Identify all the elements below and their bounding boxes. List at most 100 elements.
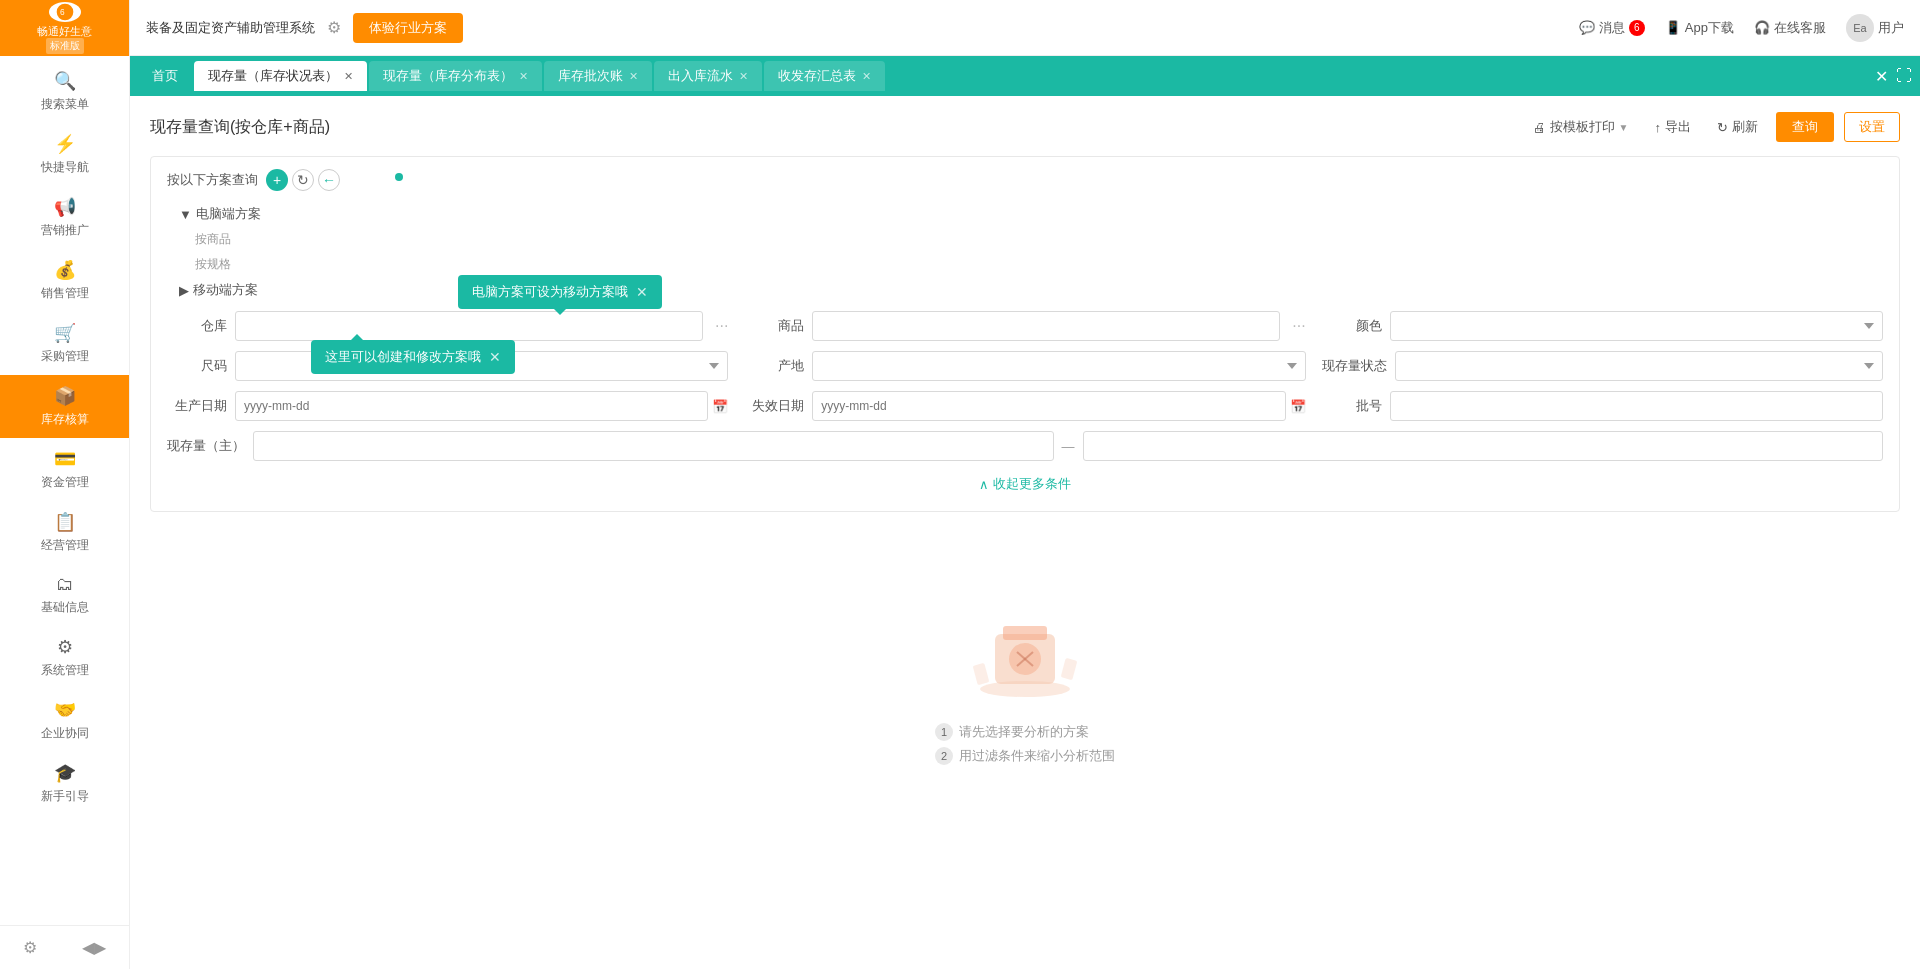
app-badge: 标准版	[46, 38, 84, 54]
filter-row-4: 现存量（主） —	[167, 431, 1883, 461]
tooltip-create-close[interactable]: ✕	[489, 349, 501, 365]
filter-product: 商品 ···	[744, 311, 1305, 341]
filter-prod-date: 生产日期 📅	[167, 391, 728, 421]
warehouse-dots[interactable]: ···	[715, 317, 728, 335]
tab-home[interactable]: 首页	[138, 61, 192, 91]
stock-main-start[interactable]	[253, 431, 1054, 461]
color-select[interactable]	[1390, 311, 1883, 341]
online-support-area[interactable]: 🎧 在线客服	[1754, 19, 1826, 37]
batch-input[interactable]	[1390, 391, 1883, 421]
sidebar-item-inventory[interactable]: 📦 库存核算	[0, 375, 129, 438]
product-input[interactable]	[812, 311, 1280, 341]
sidebar-item-quicknav[interactable]: ⚡ 快捷导航	[0, 123, 129, 186]
filter-origin: 产地	[744, 351, 1305, 381]
print-btn[interactable]: 🖨 按模板打印 ▼	[1525, 114, 1637, 140]
sidebar-label-management: 经营管理	[41, 537, 89, 554]
filter-label: 按以下方案查询	[167, 171, 258, 189]
sidebar-item-collab[interactable]: 🤝 企业协同	[0, 689, 129, 752]
system-name: 装备及固定资产辅助管理系统	[146, 19, 315, 37]
warehouse-input[interactable]	[235, 311, 703, 341]
tab-inventory-dist[interactable]: 现存量（库存分布表） ✕	[369, 61, 542, 91]
tab-close-1[interactable]: ✕	[344, 70, 353, 83]
message-area[interactable]: 💬 消息 6	[1579, 19, 1645, 37]
settings-btn[interactable]: 设置	[1844, 112, 1900, 142]
export-btn[interactable]: ↑ 导出	[1647, 114, 1700, 140]
experience-btn[interactable]: 体验行业方案	[353, 13, 463, 43]
page-title: 现存量查询(按仓库+商品)	[150, 117, 330, 138]
sidebar-item-basic[interactable]: 🗂 基础信息	[0, 564, 129, 626]
add-filter-btn[interactable]: +	[266, 169, 288, 191]
refresh-filter-btn[interactable]: ↻	[292, 169, 314, 191]
expiry-date-range: 📅	[812, 391, 1305, 421]
calendar-icon-1[interactable]: 📅	[712, 399, 728, 414]
collapse-sidebar-icon[interactable]: ◀▶	[82, 938, 106, 957]
stock-status-select[interactable]	[1395, 351, 1883, 381]
filter-row-3: 生产日期 📅 失效日期 📅 批号	[167, 391, 1883, 421]
scheme-item-product[interactable]: 按商品	[195, 227, 1883, 252]
sidebar-nav: 🔍 搜索菜单 ⚡ 快捷导航 📢 营销推广 💰 销售管理 🛒 采购管理 📦 库存核…	[0, 56, 129, 925]
query-btn[interactable]: 查询	[1776, 112, 1834, 142]
inventory-icon: 📦	[54, 385, 76, 407]
hint-text-1: 请先选择要分析的方案	[959, 723, 1089, 741]
content-area: 现存量查询(按仓库+商品) 🖨 按模板打印 ▼ ↑ 导出 ↻ 刷新 查询 设置	[130, 96, 1920, 969]
filter-header-btns: + ↻ ←	[266, 169, 340, 191]
tooltip-pc-text: 电脑方案可设为移动方案哦	[472, 283, 628, 301]
sidebar-item-system[interactable]: ⚙ 系统管理	[0, 626, 129, 689]
tab-fullscreen[interactable]: ⛶	[1896, 67, 1912, 86]
collapse-icon: ∧	[979, 477, 989, 492]
app-name: 畅通好生意	[37, 24, 92, 38]
sidebar-item-purchase[interactable]: 🛒 采购管理	[0, 312, 129, 375]
hint-text-2: 用过滤条件来缩小分析范围	[959, 747, 1115, 765]
filter-section: 按以下方案查询 + ↻ ← ▼ 电脑端方案 按商品	[150, 156, 1900, 512]
tab-inout-flow[interactable]: 出入库流水 ✕	[654, 61, 762, 91]
sidebar-item-guide[interactable]: 🎓 新手引导	[0, 752, 129, 815]
product-label: 商品	[744, 317, 804, 335]
back-filter-btn[interactable]: ←	[318, 169, 340, 191]
main-area: 现存量查询(按仓库+商品) 🖨 按模板打印 ▼ ↑ 导出 ↻ 刷新 查询 设置	[130, 96, 1920, 969]
settings-bottom-icon[interactable]: ⚙	[23, 938, 37, 957]
tab-batch-account[interactable]: 库存批次账 ✕	[544, 61, 652, 91]
expiry-date-start[interactable]	[812, 391, 1285, 421]
tab-close-4[interactable]: ✕	[739, 70, 748, 83]
tab-close-2[interactable]: ✕	[519, 70, 528, 83]
tooltip-pc-close[interactable]: ✕	[636, 284, 648, 300]
tab-summary[interactable]: 收发存汇总表 ✕	[764, 61, 885, 91]
tab-inventory-status[interactable]: 现存量（库存状况表） ✕	[194, 61, 367, 91]
calendar-icon-2[interactable]: 📅	[1290, 399, 1306, 414]
scheme-mobile[interactable]: ▶ 移动端方案	[179, 277, 1883, 303]
sidebar-item-search[interactable]: 🔍 搜索菜单	[0, 60, 129, 123]
sidebar-item-marketing[interactable]: 📢 营销推广	[0, 186, 129, 249]
sidebar-item-finance[interactable]: 💳 资金管理	[0, 438, 129, 501]
tab-bar: 首页 现存量（库存状况表） ✕ 现存量（库存分布表） ✕ 库存批次账 ✕ 出入库…	[130, 56, 1920, 96]
tab-close-5[interactable]: ✕	[862, 70, 871, 83]
refresh-btn[interactable]: ↻ 刷新	[1709, 114, 1766, 140]
sidebar-item-management[interactable]: 📋 经营管理	[0, 501, 129, 564]
tab-bar-right: ✕ ⛶	[1875, 67, 1912, 86]
print-dropdown-icon: ▼	[1619, 122, 1629, 133]
collapse-btn[interactable]: ∧ 收起更多条件	[167, 469, 1883, 499]
product-dots[interactable]: ···	[1292, 317, 1305, 335]
scheme-item-spec[interactable]: 按规格	[195, 252, 1883, 277]
origin-select[interactable]	[812, 351, 1305, 381]
stock-main-dash: —	[1062, 439, 1075, 454]
sidebar-item-sales[interactable]: 💰 销售管理	[0, 249, 129, 312]
empty-hint-1: 1 请先选择要分析的方案	[935, 723, 1115, 741]
app-download-area[interactable]: 📱 App下载	[1665, 19, 1734, 37]
empty-illustration	[965, 604, 1085, 704]
prod-date-start[interactable]	[235, 391, 708, 421]
stock-main-end[interactable]	[1083, 431, 1884, 461]
sidebar-label-system: 系统管理	[41, 662, 89, 679]
page-actions: 🖨 按模板打印 ▼ ↑ 导出 ↻ 刷新 查询 设置	[1525, 112, 1900, 142]
sidebar-bottom: ⚙ ◀▶	[0, 925, 129, 969]
header-settings-icon[interactable]: ⚙	[327, 18, 341, 37]
tab-close-all[interactable]: ✕	[1875, 67, 1888, 86]
user-area[interactable]: Ea 用户	[1846, 14, 1904, 42]
tab-close-3[interactable]: ✕	[629, 70, 638, 83]
scheme-pc[interactable]: ▼ 电脑端方案	[179, 201, 1883, 227]
tab-summary-label: 收发存汇总表	[778, 67, 856, 85]
filter-row-1: 仓库 ··· 商品 ··· 颜色	[167, 311, 1883, 341]
filter-warehouse: 仓库 ···	[167, 311, 728, 341]
print-label: 按模板打印	[1550, 118, 1615, 136]
scheme-pc-label: 电脑端方案	[196, 205, 261, 223]
system-icon: ⚙	[57, 636, 73, 658]
